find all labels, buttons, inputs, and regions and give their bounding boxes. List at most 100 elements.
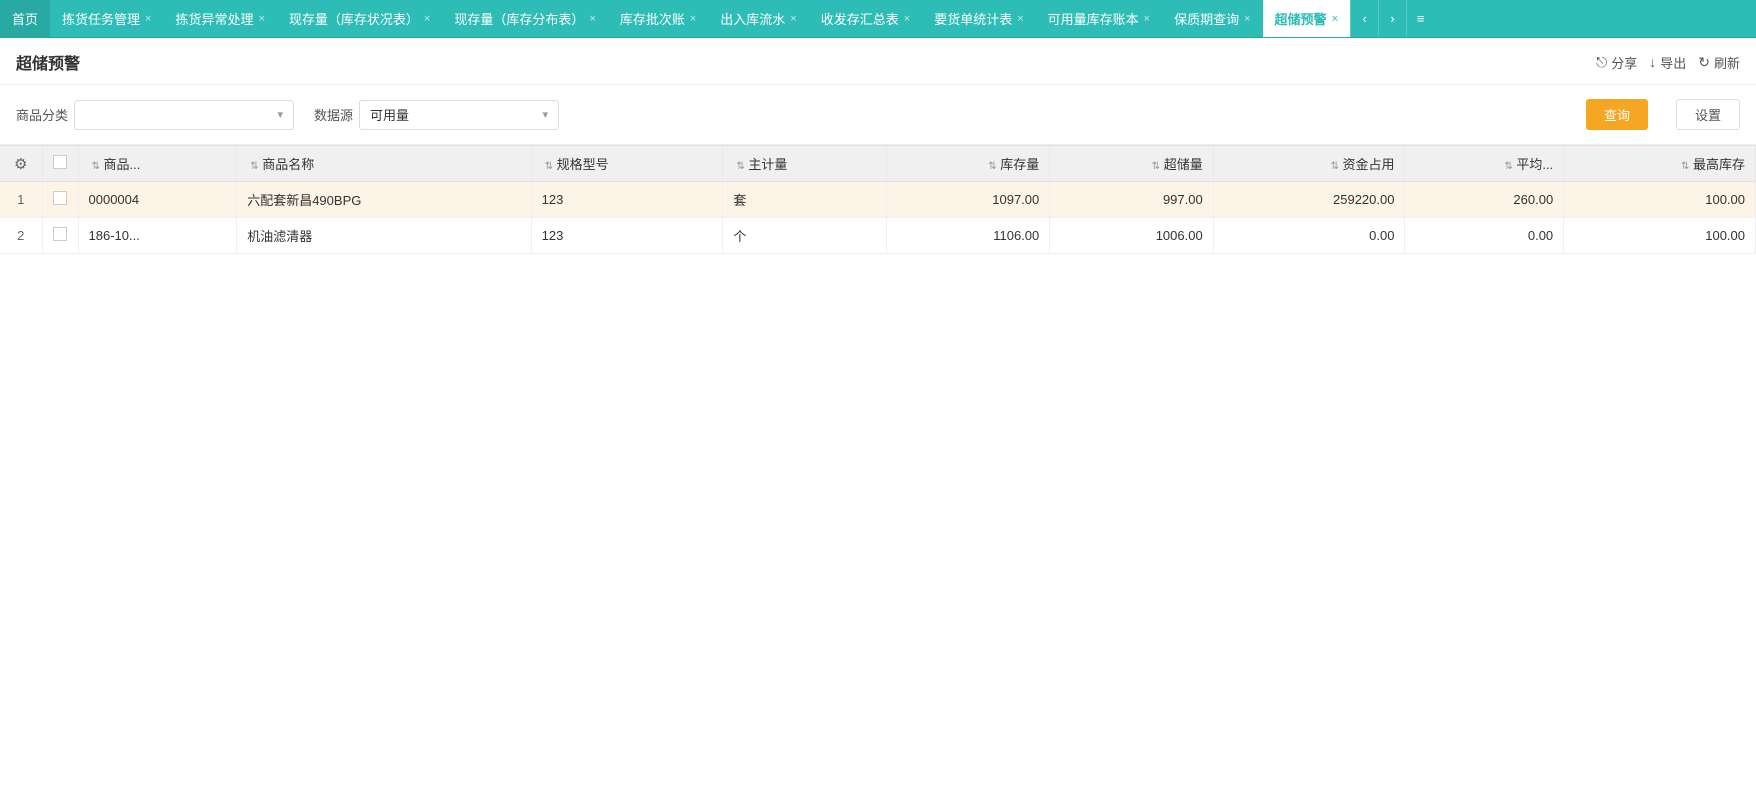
category-filter: 商品分类 ▾ (16, 100, 294, 130)
spec-cell: 123 (531, 182, 723, 218)
row-index: 1 (0, 182, 42, 218)
chevron-down-icon: ▾ (277, 108, 283, 121)
nav-item-home[interactable]: 首页 (0, 0, 50, 38)
max-stock-column-header[interactable]: ⇅ 最高库存 (1564, 146, 1756, 182)
row-checkbox[interactable] (53, 191, 67, 205)
settings-button[interactable]: 设置 (1676, 99, 1740, 130)
sort-icon: ⇅ (250, 161, 258, 172)
avg-cell: 260.00 (1405, 182, 1564, 218)
overstock-qty-column-header[interactable]: ⇅ 超储量 (1050, 146, 1213, 182)
avg-column-header[interactable]: ⇅ 平均... (1405, 146, 1564, 182)
close-icon[interactable]: × (1144, 13, 1150, 25)
capital-used-column-header[interactable]: ⇅ 资金占用 (1213, 146, 1405, 182)
close-icon[interactable]: × (690, 13, 696, 25)
refresh-button[interactable]: ↻ 刷新 (1698, 53, 1740, 72)
nav-left-arrow[interactable]: ‹ (1350, 0, 1378, 38)
page-header: 超储预警 ⎋ 分享 ↓ 导出 ↻ 刷新 (0, 38, 1756, 85)
sort-icon: ⇅ (988, 161, 996, 172)
product-name-cell: 机油滤清器 (237, 218, 531, 254)
filter-area: 商品分类 ▾ 数据源 可用量 ▾ 查询 设置 (0, 85, 1756, 145)
category-select[interactable]: ▾ (74, 100, 294, 130)
sort-icon: ⇅ (1681, 161, 1689, 172)
stock-qty-cell: 1106.00 (886, 218, 1049, 254)
product-code-column-header[interactable]: ⇅ 商品... (78, 146, 237, 182)
sort-icon: ⇅ (1504, 161, 1512, 172)
sort-icon: ⇅ (736, 161, 744, 172)
product-name-column-header[interactable]: ⇅ 商品名称 (237, 146, 531, 182)
stock-qty-column-header[interactable]: ⇅ 库存量 (886, 146, 1049, 182)
row-checkbox[interactable] (53, 227, 67, 241)
nav-item-overstock[interactable]: 超储预警 × (1263, 0, 1350, 38)
nav-item-batch[interactable]: 库存批次账 × (608, 0, 708, 38)
sort-icon: ⇅ (1330, 161, 1338, 172)
nav-item-receive[interactable]: 收发存汇总表 × (809, 0, 922, 38)
datasource-label: 数据源 (314, 105, 353, 124)
share-icon: ⎋ (1596, 54, 1607, 71)
page-container: 超储预警 ⎋ 分享 ↓ 导出 ↻ 刷新 商品分类 ▾ 数据源 (0, 38, 1756, 800)
sort-icon: ⇅ (1152, 161, 1160, 172)
top-navigation: 首页 拣货任务管理 × 拣货异常处理 × 现存量（库存状况表） × 现存量（库存… (0, 0, 1756, 38)
export-button[interactable]: ↓ 导出 (1649, 53, 1686, 72)
nav-item-abnormal[interactable]: 拣货异常处理 × (163, 0, 276, 38)
export-icon: ↓ (1649, 54, 1656, 70)
query-button[interactable]: 查询 (1586, 99, 1648, 130)
gear-icon[interactable]: ⚙ (14, 156, 27, 173)
spec-column-header[interactable]: ⇅ 规格型号 (531, 146, 723, 182)
unit-cell: 个 (723, 218, 886, 254)
nav-right-arrow[interactable]: › (1378, 0, 1406, 38)
row-index: 2 (0, 218, 42, 254)
datasource-select[interactable]: 可用量 ▾ (359, 100, 559, 130)
datasource-value: 可用量 (370, 105, 409, 124)
max-stock-cell: 100.00 (1564, 218, 1756, 254)
max-stock-cell: 100.00 (1564, 182, 1756, 218)
table-header-row: ⚙ ⇅ 商品... ⇅ 商品名称 ⇅ 规格型号 (0, 146, 1756, 182)
stock-qty-cell: 1097.00 (886, 182, 1049, 218)
close-icon[interactable]: × (1244, 13, 1250, 25)
nav-item-stock-dist[interactable]: 现存量（库存分布表） × (442, 0, 607, 38)
row-checkbox-cell (42, 218, 78, 254)
product-name-cell: 六配套新昌490BPG (237, 182, 531, 218)
nav-item-inout[interactable]: 出入库流水 × (708, 0, 808, 38)
table-row: 1 0000004 六配套新昌490BPG 123 套 1097.00 997.… (0, 182, 1756, 218)
capital-used-cell: 259220.00 (1213, 182, 1405, 218)
header-actions: ⎋ 分享 ↓ 导出 ↻ 刷新 (1596, 53, 1740, 72)
category-label: 商品分类 (16, 105, 68, 124)
overstock-qty-cell: 1006.00 (1050, 218, 1213, 254)
datasource-filter: 数据源 可用量 ▾ (314, 100, 559, 130)
table-row: 2 186-10... 机油滤清器 123 个 1106.00 1006.00 … (0, 218, 1756, 254)
nav-menu-arrow[interactable]: ≡ (1406, 0, 1434, 38)
unit-cell: 套 (723, 182, 886, 218)
sort-icon: ⇅ (545, 161, 553, 172)
unit-column-header[interactable]: ⇅ 主计量 (723, 146, 886, 182)
refresh-icon: ↻ (1698, 54, 1710, 71)
data-table: ⚙ ⇅ 商品... ⇅ 商品名称 ⇅ 规格型号 (0, 145, 1756, 254)
page-title: 超储预警 (16, 50, 80, 74)
overstock-qty-cell: 997.00 (1050, 182, 1213, 218)
table-area: ⚙ ⇅ 商品... ⇅ 商品名称 ⇅ 规格型号 (0, 145, 1756, 254)
close-icon[interactable]: × (424, 13, 430, 25)
nav-item-available[interactable]: 可用量库存账本 × (1036, 0, 1162, 38)
nav-item-quality[interactable]: 保质期查询 × (1162, 0, 1262, 38)
capital-used-cell: 0.00 (1213, 218, 1405, 254)
nav-item-order-stats[interactable]: 要货单统计表 × (922, 0, 1035, 38)
close-icon[interactable]: × (1332, 13, 1338, 25)
product-code-cell: 0000004 (78, 182, 237, 218)
settings-column-header: ⚙ (0, 146, 42, 182)
checkbox-column-header (42, 146, 78, 182)
close-icon[interactable]: × (589, 13, 595, 25)
row-checkbox-cell (42, 182, 78, 218)
chevron-down-icon: ▾ (543, 108, 549, 121)
close-icon[interactable]: × (1017, 13, 1023, 25)
nav-item-task-mgmt[interactable]: 拣货任务管理 × (50, 0, 163, 38)
avg-cell: 0.00 (1405, 218, 1564, 254)
close-icon[interactable]: × (790, 13, 796, 25)
close-icon[interactable]: × (258, 13, 264, 25)
close-icon[interactable]: × (904, 13, 910, 25)
nav-item-stock-status[interactable]: 现存量（库存状况表） × (277, 0, 442, 38)
select-all-checkbox[interactable] (53, 155, 67, 169)
close-icon[interactable]: × (145, 13, 151, 25)
spec-cell: 123 (531, 218, 723, 254)
product-code-cell: 186-10... (78, 218, 237, 254)
sort-icon: ⇅ (92, 161, 100, 172)
share-button[interactable]: ⎋ 分享 (1596, 53, 1637, 72)
